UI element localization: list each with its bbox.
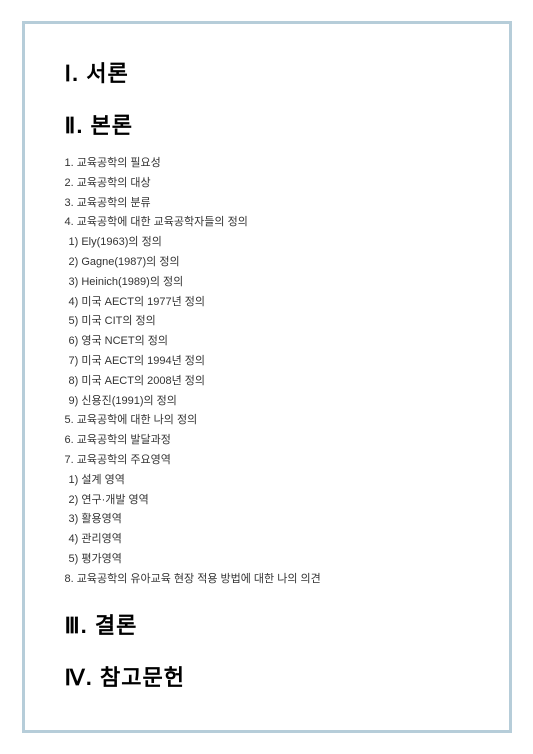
list-item: 9) 신용진(1991)의 정의 — [69, 392, 481, 412]
heading-intro: Ⅰ. 서론 — [65, 56, 481, 88]
list-item: 3) 활용영역 — [69, 510, 481, 530]
heading-conclusion: Ⅲ. 결론 — [65, 608, 481, 640]
list-item: 4) 관리영역 — [69, 530, 481, 550]
list-item: 6) 영국 NCET의 정의 — [69, 332, 481, 352]
list-item: 3. 교육공학의 분류 — [65, 194, 481, 214]
list-item: 7) 미국 AECT의 1994년 정의 — [69, 352, 481, 372]
list-item: 8. 교육공학의 유아교육 현장 적용 방법에 대한 나의 의견 — [65, 570, 481, 590]
list-item: 1. 교육공학의 필요성 — [65, 154, 481, 174]
list-item: 4. 교육공학에 대한 교육공학자들의 정의 — [65, 213, 481, 233]
heading-references: Ⅳ. 참고문헌 — [65, 660, 481, 692]
heading-body: Ⅱ. 본론 — [65, 108, 481, 140]
list-item: 5. 교육공학에 대한 나의 정의 — [65, 411, 481, 431]
list-item: 1) 설계 영역 — [69, 471, 481, 491]
toc-list: 1. 교육공학의 필요성 2. 교육공학의 대상 3. 교육공학의 분류 4. … — [65, 154, 481, 590]
list-item: 2. 교육공학의 대상 — [65, 174, 481, 194]
list-item: 2) Gagne(1987)의 정의 — [69, 253, 481, 273]
page-frame: Ⅰ. 서론 Ⅱ. 본론 1. 교육공학의 필요성 2. 교육공학의 대상 3. … — [22, 21, 512, 733]
list-item: 1) Ely(1963)의 정의 — [69, 233, 481, 253]
list-item: 7. 교육공학의 주요영역 — [65, 451, 481, 471]
list-item: 8) 미국 AECT의 2008년 정의 — [69, 372, 481, 392]
list-item: 2) 연구·개발 영역 — [69, 491, 481, 511]
list-item: 4) 미국 AECT의 1977년 정의 — [69, 293, 481, 313]
list-item: 5) 미국 CIT의 정의 — [69, 312, 481, 332]
list-item: 6. 교육공학의 발달과정 — [65, 431, 481, 451]
list-item: 5) 평가영역 — [69, 550, 481, 570]
list-item: 3) Heinich(1989)의 정의 — [69, 273, 481, 293]
